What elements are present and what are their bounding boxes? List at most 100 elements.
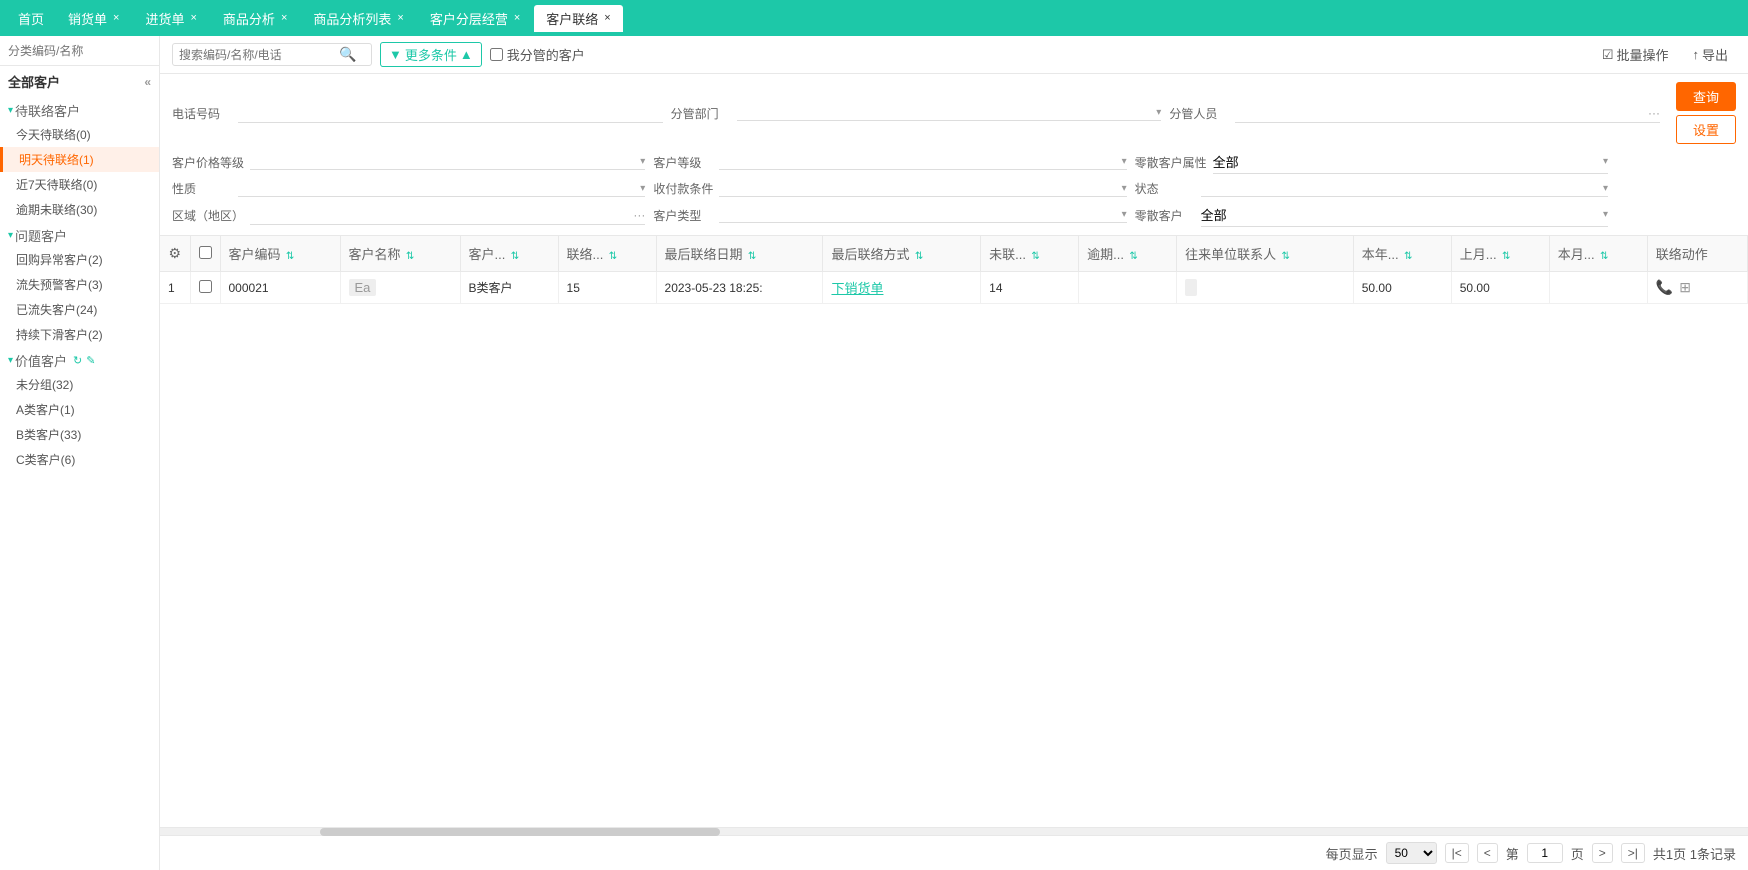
sort-name-icon[interactable]: ⇅ xyxy=(406,251,414,262)
filter-retail-customer-select[interactable]: 全部 ▾ xyxy=(1201,203,1608,227)
td-contact-count: 15 xyxy=(558,272,656,304)
filter-nature-label: 性质 xyxy=(172,180,232,197)
main-search-input[interactable] xyxy=(179,48,339,62)
filter-price-arrow: ▾ xyxy=(640,156,645,167)
nav-tab-analysis-list[interactable]: 商品分析列表 × xyxy=(301,5,415,32)
phone-action-icon[interactable]: 📞 xyxy=(1656,279,1673,296)
sort-overdue-icon[interactable]: ⇅ xyxy=(1129,251,1137,262)
prev-page-button[interactable]: < xyxy=(1477,843,1498,863)
nav-tab-analysis[interactable]: 商品分析 × xyxy=(211,5,299,32)
sort-contact-count-icon[interactable]: ⇅ xyxy=(609,251,617,262)
th-this-month: 本月... ⇅ xyxy=(1549,236,1647,272)
content-area: 🔍 ▼ 更多条件 ▲ 我分管的客户 ☑ 批量操作 ↑ 导出 xyxy=(160,36,1748,870)
sort-type-icon[interactable]: ⇅ xyxy=(511,251,519,262)
filter-customer-type-select[interactable]: ▾ xyxy=(719,207,1126,223)
sidebar-item-overdue[interactable]: 逾期未联络(30) xyxy=(0,197,159,222)
all-customers-header[interactable]: 全部客户 « xyxy=(0,66,159,97)
filter-price-level-label: 客户价格等级 xyxy=(172,154,244,171)
filter-phone-input[interactable] xyxy=(238,104,663,123)
filter-region-select[interactable]: ··· xyxy=(250,206,645,225)
sort-this-year-icon[interactable]: ⇅ xyxy=(1404,251,1412,262)
group-problem-customers[interactable]: ▾ 问题客户 xyxy=(0,222,159,247)
sort-last-method-icon[interactable]: ⇅ xyxy=(915,251,923,262)
first-page-button[interactable]: |< xyxy=(1445,843,1469,863)
grid-action-icon[interactable]: ⊞ xyxy=(1679,279,1691,296)
nav-home[interactable]: 首页 xyxy=(8,5,54,32)
sidebar-item-today[interactable]: 今天待联络(0) xyxy=(0,122,159,147)
td-last-method[interactable]: 下销货单 xyxy=(823,272,981,304)
filter-payment-label: 收付款条件 xyxy=(653,180,713,197)
sidebar-item-churn-warning[interactable]: 流失预警客户(3) xyxy=(0,272,159,297)
more-filters-button[interactable]: ▼ 更多条件 ▲ xyxy=(380,42,482,67)
filter-region-dots[interactable]: ··· xyxy=(633,208,645,222)
nav-tab-purchase[interactable]: 进货单 × xyxy=(133,5,208,32)
close-analysis-icon[interactable]: × xyxy=(281,12,287,24)
refresh-icon[interactable]: ↻ xyxy=(73,354,82,367)
edit-icon[interactable]: ✎ xyxy=(86,354,95,367)
gear-icon[interactable]: ⚙ xyxy=(168,245,181,261)
group-pending-contact[interactable]: ▾ 待联络客户 xyxy=(0,97,159,122)
sidebar-item-ungrouped[interactable]: 未分组(32) xyxy=(0,372,159,397)
close-purchase-icon[interactable]: × xyxy=(190,12,196,24)
main-search-icon[interactable]: 🔍 xyxy=(339,46,356,63)
sort-contact-person-icon[interactable]: ⇅ xyxy=(1282,251,1290,262)
nav-tab-customer-contact[interactable]: 客户联络 × xyxy=(534,5,622,32)
row-checkbox[interactable] xyxy=(199,280,212,293)
filter-retail-attr-select[interactable]: 全部 ▾ xyxy=(1213,150,1608,174)
last-method-link[interactable]: 下销货单 xyxy=(831,281,883,296)
filter-retail-attr: 零散客户属性 全部 ▾ xyxy=(1135,150,1608,174)
sort-code-icon[interactable]: ⇅ xyxy=(286,251,294,262)
sidebar-item-declining[interactable]: 持续下滑客户(2) xyxy=(0,322,159,347)
close-analysis-list-icon[interactable]: × xyxy=(397,12,403,24)
nav-tab-sales[interactable]: 销货单 × xyxy=(56,5,131,32)
sidebar-item-abnormal[interactable]: 回购异常客户(2) xyxy=(0,247,159,272)
filter-nature-select[interactable]: ▾ xyxy=(238,181,645,197)
sidebar-item-churned[interactable]: 已流失客户(24) xyxy=(0,297,159,322)
group-label-value: 价值客户 xyxy=(15,351,67,370)
close-customer-contact-icon[interactable]: × xyxy=(604,12,610,24)
th-gear[interactable]: ⚙ xyxy=(160,236,190,272)
per-page-select[interactable]: 50 100 200 xyxy=(1386,842,1437,864)
th-checkbox[interactable] xyxy=(190,236,220,272)
filter-customer-level-select[interactable]: ▾ xyxy=(719,154,1126,170)
nav-tab-customer-tier[interactable]: 客户分层经营 × xyxy=(418,5,532,32)
scrollbar-thumb[interactable] xyxy=(320,828,720,836)
export-button[interactable]: ↑ 导出 xyxy=(1684,43,1736,66)
sidebar-item-a-class[interactable]: A类客户(1) xyxy=(0,397,159,422)
close-sales-icon[interactable]: × xyxy=(113,12,119,24)
next-page-button[interactable]: > xyxy=(1592,843,1613,863)
filter-dept-select[interactable]: ▾ xyxy=(737,105,1162,121)
sort-last-date-icon[interactable]: ⇅ xyxy=(748,251,756,262)
my-customer-checkbox-wrap[interactable]: 我分管的客户 xyxy=(490,45,585,64)
filter-payment-select[interactable]: ▾ xyxy=(719,181,1126,197)
filter-person-select[interactable]: ··· xyxy=(1235,104,1660,123)
query-button[interactable]: 查询 xyxy=(1676,82,1736,111)
horizontal-scrollbar[interactable] xyxy=(160,827,1748,835)
sidebar-search-input[interactable] xyxy=(8,44,160,58)
select-all-checkbox[interactable] xyxy=(199,246,212,259)
sidebar-item-b-class[interactable]: B类客户(33) xyxy=(0,422,159,447)
filter-customer-type-label: 客户类型 xyxy=(653,207,713,224)
sidebar-search-area: 🔍 xyxy=(0,36,159,66)
bulk-action-button[interactable]: ☑ 批量操作 xyxy=(1594,43,1677,66)
sidebar-item-c-class[interactable]: C类客户(6) xyxy=(0,447,159,472)
filter-retail-customer-label: 零散客户 xyxy=(1135,207,1195,224)
sort-last-month-icon[interactable]: ⇅ xyxy=(1502,251,1510,262)
filter-status-select[interactable]: ▾ xyxy=(1201,181,1608,197)
sort-uncontacted-icon[interactable]: ⇅ xyxy=(1031,251,1039,262)
td-checkbox[interactable] xyxy=(190,272,220,304)
sidebar-item-tomorrow[interactable]: 明天待联络(1) xyxy=(0,147,159,172)
filter-person-dots[interactable]: ··· xyxy=(1648,106,1660,120)
filter-price-level-select[interactable]: ▾ xyxy=(250,154,645,170)
last-page-button[interactable]: >| xyxy=(1621,843,1645,863)
all-customers-label: 全部客户 xyxy=(8,72,60,91)
group-value-customers[interactable]: ▾ 价值客户 ↻ ✎ xyxy=(0,347,159,372)
my-customer-checkbox[interactable] xyxy=(490,48,503,61)
set-button[interactable]: 设置 xyxy=(1676,115,1736,144)
sort-this-month-icon[interactable]: ⇅ xyxy=(1600,251,1608,262)
sidebar-item-7days[interactable]: 近7天待联络(0) xyxy=(0,172,159,197)
th-last-method: 最后联络方式 ⇅ xyxy=(823,236,981,272)
page-suffix: 页 xyxy=(1571,844,1584,863)
close-customer-tier-icon[interactable]: × xyxy=(514,12,520,24)
page-number-input[interactable] xyxy=(1527,843,1563,863)
